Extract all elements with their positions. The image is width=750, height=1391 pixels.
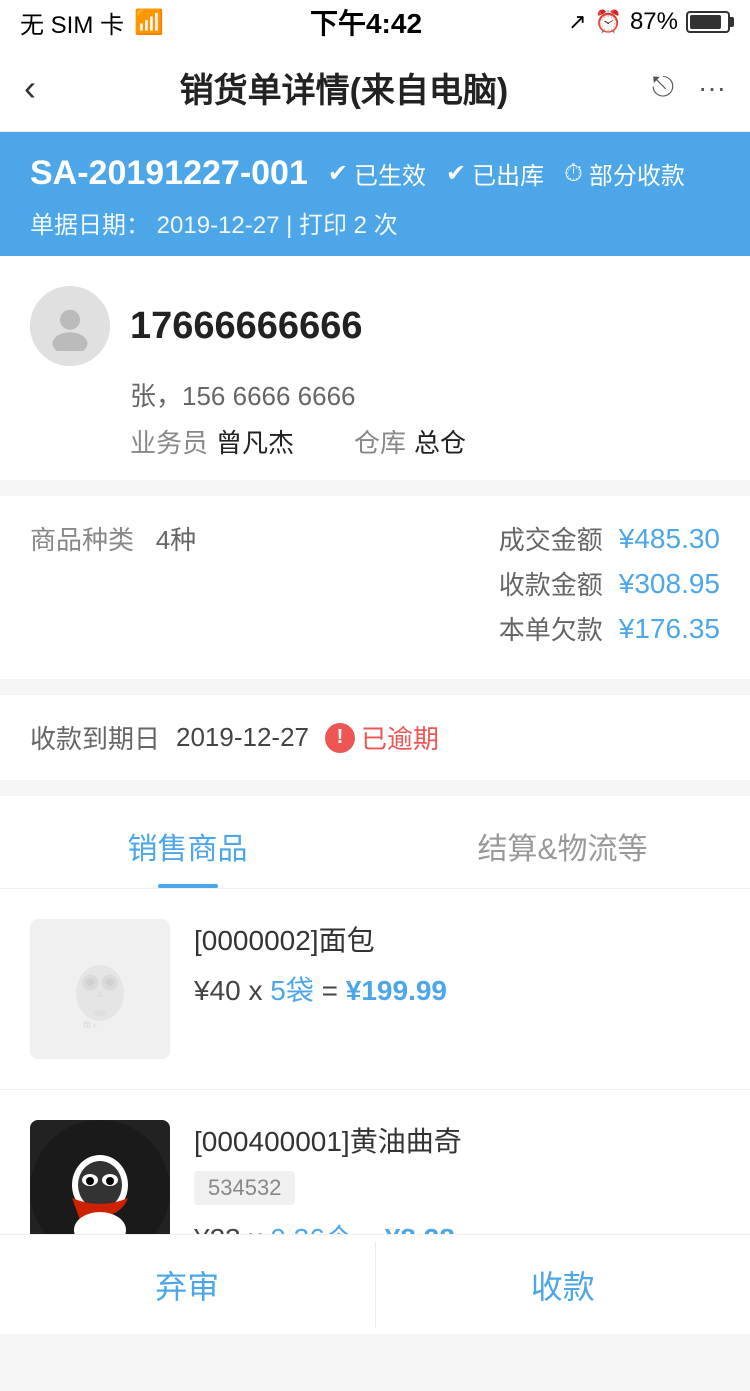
product-1-multiply: x — [249, 975, 271, 1006]
received-amount-label: 收款金额 — [499, 565, 603, 602]
battery-percent: 87% — [630, 8, 678, 36]
clock-icon: ⏱ — [564, 160, 583, 188]
carrier-label: 无 SIM 卡 — [20, 5, 124, 40]
tab-settlement[interactable]: 结算&物流等 — [375, 796, 750, 888]
status-shipped: ✔ 已出库 — [446, 156, 544, 191]
warehouse-label: 仓库 — [354, 423, 406, 460]
product-type-value: 4种 — [156, 525, 196, 555]
customer-name: 张，156 6666 6666 — [30, 376, 720, 413]
bottom-bar: 弃审 收款 — [0, 1234, 750, 1334]
back-button[interactable]: ‹ — [24, 67, 36, 109]
check-icon-1: ✔ — [328, 159, 348, 188]
location-icon: ↗ — [568, 9, 586, 35]
customer-section: 17666666666 张，156 6666 6666 业务员 曾凡杰 仓库 总… — [0, 256, 750, 480]
deal-amount-value: ¥485.30 — [619, 523, 720, 555]
order-header: SA-20191227-001 ✔ 已生效 ✔ 已出库 ⏱ 部分收款 单据日期：… — [0, 132, 750, 256]
deal-amount-row: 成交金额 ¥485.30 — [499, 520, 720, 557]
product-2-sku: 534532 — [194, 1171, 295, 1205]
summary-right: 成交金额 ¥485.30 收款金额 ¥308.95 本单欠款 ¥176.35 — [499, 520, 720, 655]
deal-amount-label: 成交金额 — [499, 520, 603, 557]
customer-meta: 业务员 曾凡杰 仓库 总仓 — [30, 423, 720, 460]
received-amount-row: 收款金额 ¥308.95 — [499, 565, 720, 602]
battery-icon — [686, 11, 730, 33]
summary-left: 商品种类 4种 — [30, 520, 196, 563]
overdue-text: 已逾期 — [361, 719, 439, 756]
cancel-review-button[interactable]: 弃审 — [0, 1242, 376, 1328]
nav-bar: ‹ 销货单详情(来自电脑) ⎋ ··· — [0, 44, 750, 132]
status-bar: 无 SIM 卡 📶 下午4:42 ↗ ⏰ 87% — [0, 0, 750, 44]
tab-sales-products[interactable]: 销售商品 — [0, 796, 375, 888]
owed-amount-row: 本单欠款 ¥176.35 — [499, 610, 720, 647]
list-item: 鱼+ [0000002]面包 ¥40 x 5袋 = ¥199.99 — [0, 889, 750, 1090]
overdue-badge: ! 已逾期 — [325, 719, 439, 756]
product-1-name: [0000002]面包 — [194, 919, 720, 959]
warehouse-name: 总仓 — [414, 423, 466, 460]
product-1-unit-price: ¥40 — [194, 975, 241, 1006]
due-date-value: 2019-12-27 — [176, 722, 309, 753]
print-info: | 打印 2 次 — [286, 212, 398, 239]
product-type-label: 商品种类 — [30, 525, 134, 555]
customer-phone: 17666666666 — [130, 305, 362, 348]
summary-section: 商品种类 4种 成交金额 ¥485.30 收款金额 ¥308.95 本单欠款 ¥… — [0, 496, 750, 679]
status-right: ↗ ⏰ 87% — [568, 8, 730, 36]
order-date-row: 单据日期： 2019-12-27 | 打印 2 次 — [30, 205, 720, 240]
owed-amount-value: ¥176.35 — [619, 613, 720, 645]
product-1-qty: 5袋 — [270, 975, 314, 1006]
due-section: 收款到期日 2019-12-27 ! 已逾期 — [0, 695, 750, 780]
product-1-thumb: 鱼+ — [30, 919, 170, 1059]
check-icon-2: ✔ — [446, 159, 466, 188]
date-label: 单据日期： — [30, 212, 150, 239]
owed-amount-label: 本单欠款 — [499, 610, 603, 647]
product-1-total: ¥199.99 — [346, 975, 447, 1006]
nav-actions: ⎋ ··· — [652, 71, 726, 104]
product-2-name: [000400001]黄油曲奇 — [194, 1120, 720, 1160]
status-left: 无 SIM 卡 📶 — [20, 5, 164, 40]
page-title: 销货单详情(来自电脑) — [180, 63, 509, 112]
status-partial: ⏱ 部分收款 — [564, 156, 685, 191]
share-icon[interactable]: ⎋ — [652, 71, 674, 104]
product-list: 鱼+ [0000002]面包 ¥40 x 5袋 = ¥199.99 — [0, 889, 750, 1291]
product-1-info: [0000002]面包 ¥40 x 5袋 = ¥199.99 — [194, 919, 720, 1009]
avatar — [30, 286, 110, 366]
overdue-icon: ! — [325, 723, 355, 753]
tabs-section: 销售商品 结算&物流等 — [0, 796, 750, 889]
sales-label: 业务员 — [130, 423, 208, 460]
sales-name: 曾凡杰 — [216, 423, 294, 460]
collect-payment-button[interactable]: 收款 — [376, 1242, 750, 1328]
status-active: ✔ 已生效 — [328, 156, 426, 191]
received-amount-value: ¥308.95 — [619, 568, 720, 600]
status-time: 下午4:42 — [310, 2, 422, 42]
product-1-price: ¥40 x 5袋 = ¥199.99 — [194, 969, 720, 1009]
alarm-icon: ⏰ — [595, 9, 622, 35]
product-type-row: 商品种类 4种 — [30, 520, 196, 557]
product-1-equals: = — [322, 975, 346, 1006]
due-date-label: 收款到期日 — [30, 719, 160, 756]
svg-text:鱼+: 鱼+ — [82, 1020, 98, 1029]
order-date: 2019-12-27 — [157, 212, 280, 239]
more-icon[interactable]: ··· — [698, 72, 726, 104]
wifi-icon: 📶 — [134, 8, 164, 37]
order-id: SA-20191227-001 — [30, 154, 308, 193]
